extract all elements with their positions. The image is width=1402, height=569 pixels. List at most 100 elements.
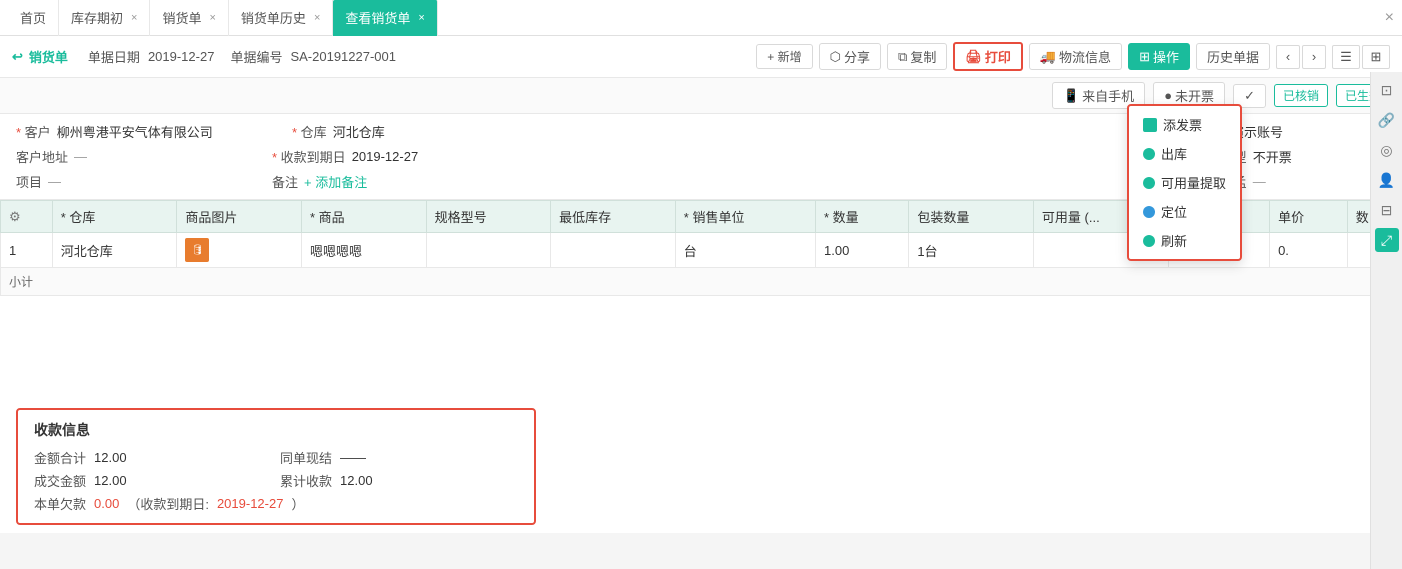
product-image: 🛢 bbox=[185, 238, 209, 262]
doc-actions: + 新增 ⬡ 分享 ⧉ 复制 🖨 打印 🚚 物流信息 ⊞ 操作 历 bbox=[756, 42, 1390, 71]
add-notes-button[interactable]: + 添加备注 bbox=[304, 172, 367, 191]
menu-outbound[interactable]: 出库 bbox=[1129, 139, 1240, 168]
truck-icon: 🚚 bbox=[1040, 49, 1056, 65]
cell-spec bbox=[426, 233, 551, 268]
doc-number: 单据编号 SA-20191227-001 bbox=[230, 47, 396, 66]
doc-header: ↩ 销货单 单据日期 2019-12-27 单据编号 SA-20191227-0… bbox=[0, 36, 1402, 78]
view-toggle: ☰ ⊞ bbox=[1332, 45, 1390, 69]
tab-inventory-close[interactable]: × bbox=[131, 12, 137, 24]
payment-date-field: 收款到期日 2019-12-27 bbox=[272, 147, 472, 166]
cell-price: 0. bbox=[1270, 233, 1348, 268]
new-button[interactable]: + 新增 bbox=[756, 44, 812, 69]
sidebar-expand-button[interactable]: ⤢ bbox=[1375, 228, 1399, 252]
owed-label: 本单欠款 bbox=[34, 494, 86, 513]
customer-value: 柳州粤港平安气体有限公司 bbox=[57, 122, 213, 141]
window-close-button[interactable]: × bbox=[1385, 9, 1394, 27]
subtotal-label: 小计 bbox=[1, 268, 1402, 296]
notes-label: 备注 bbox=[272, 172, 298, 191]
grid-icon: ⊞ bbox=[1139, 49, 1150, 65]
address-label: 客户地址 bbox=[16, 147, 68, 166]
address-value: — bbox=[74, 149, 87, 164]
copy-icon: ⧉ bbox=[898, 49, 907, 65]
menu-refresh[interactable]: 刷新 bbox=[1129, 226, 1240, 255]
tab-view-sales-close[interactable]: × bbox=[418, 12, 424, 24]
prev-button[interactable]: ‹ bbox=[1276, 45, 1300, 69]
cell-unit: 台 bbox=[675, 233, 815, 268]
locate-icon bbox=[1143, 206, 1155, 218]
refresh-icon bbox=[1143, 235, 1155, 247]
menu-add-invoice[interactable]: 添发票 bbox=[1129, 110, 1240, 139]
col-warehouse: * 仓库 bbox=[52, 201, 177, 233]
next-button[interactable]: › bbox=[1302, 45, 1326, 69]
operation-dropdown: 添发票 出库 可用量提取 定位 刷新 bbox=[1127, 104, 1242, 261]
add-invoice-icon bbox=[1143, 118, 1157, 132]
payment-title: 收款信息 bbox=[34, 420, 518, 440]
col-spec: 规格型号 bbox=[426, 201, 551, 233]
tab-sales-history[interactable]: 销货单历史 × bbox=[229, 0, 333, 36]
owed-date: 2019-12-27 bbox=[217, 496, 284, 511]
tab-sales[interactable]: 销货单 × bbox=[150, 0, 228, 36]
logistics-button[interactable]: 🚚 物流信息 bbox=[1029, 43, 1122, 70]
deal-amount-label: 成交金额 bbox=[34, 471, 86, 490]
address-field: 客户地址 — bbox=[16, 147, 216, 166]
doc-type-icon: ↩ bbox=[12, 49, 23, 65]
sidebar-icon-3[interactable]: ◎ bbox=[1375, 138, 1399, 162]
outbound-icon bbox=[1143, 148, 1155, 160]
history-button[interactable]: 历史单据 bbox=[1196, 43, 1270, 70]
project-value: — bbox=[48, 174, 61, 189]
owed-note: （收款到期日: bbox=[127, 494, 209, 513]
subtotal-row: 小计 bbox=[1, 268, 1402, 296]
outbound-label: 出库 bbox=[1161, 144, 1187, 163]
menu-locate[interactable]: 定位 bbox=[1129, 197, 1240, 226]
owed-value: 0.00 bbox=[94, 496, 119, 511]
deal-amount-value: 12.00 bbox=[94, 473, 127, 488]
sidebar-icon-4[interactable]: 👤 bbox=[1375, 168, 1399, 192]
project-label: 项目 bbox=[16, 172, 42, 191]
total-row: 金额合计 12.00 bbox=[34, 448, 272, 467]
locate-label: 定位 bbox=[1161, 202, 1187, 221]
notes-field: 备注 + 添加备注 bbox=[272, 172, 472, 191]
print-button[interactable]: 🖨 打印 bbox=[953, 42, 1023, 71]
sidebar-icon-1[interactable]: ⊡ bbox=[1375, 78, 1399, 102]
deal-amount-row: 成交金额 12.00 bbox=[34, 471, 272, 490]
cell-product-img: 🛢 bbox=[177, 233, 302, 268]
cell-index: 1 bbox=[1, 233, 53, 268]
print-icon: 🖨 bbox=[965, 49, 982, 65]
same-order-label: 同单现结 bbox=[280, 448, 332, 467]
col-pack-qty: 包装数量 bbox=[909, 201, 1034, 233]
cell-pack-qty: 1台 bbox=[909, 233, 1034, 268]
operation-button[interactable]: ⊞ 操作 bbox=[1128, 43, 1190, 70]
copy-button[interactable]: ⧉ 复制 bbox=[887, 43, 947, 70]
doc-type-label: 销货单 bbox=[29, 47, 68, 66]
sidebar-icon-5[interactable]: ⊟ bbox=[1375, 198, 1399, 222]
tab-inventory[interactable]: 库存期初 × bbox=[59, 0, 150, 36]
same-order-value: —— bbox=[340, 450, 366, 465]
tab-sales-history-close[interactable]: × bbox=[314, 12, 320, 24]
col-product: * 商品 bbox=[301, 201, 426, 233]
sidebar-icon-2[interactable]: 🔗 bbox=[1375, 108, 1399, 132]
tab-bar: 首页 库存期初 × 销货单 × 销货单历史 × 查看销货单 × × bbox=[0, 0, 1402, 36]
bottom-section: 收款信息 金额合计 12.00 同单现结 —— 成交金额 12.00 累计收款 … bbox=[0, 400, 1402, 533]
menu-available-qty[interactable]: 可用量提取 bbox=[1129, 168, 1240, 197]
sales-manager-value: — bbox=[1253, 174, 1266, 189]
cell-product: 嗯嗯嗯嗯 bbox=[301, 233, 426, 268]
list-view-button[interactable]: ☰ bbox=[1332, 45, 1360, 69]
tab-sales-close[interactable]: × bbox=[209, 12, 215, 24]
cell-warehouse: 河北仓库 bbox=[52, 233, 177, 268]
col-product-img: 商品图片 bbox=[177, 201, 302, 233]
cell-qty: 1.00 bbox=[816, 233, 909, 268]
grid-view-button[interactable]: ⊞ bbox=[1362, 45, 1390, 69]
total-label: 金额合计 bbox=[34, 448, 86, 467]
tab-view-sales[interactable]: 查看销货单 × bbox=[333, 0, 437, 36]
payment-box: 收款信息 金额合计 12.00 同单现结 —— 成交金额 12.00 累计收款 … bbox=[16, 408, 536, 525]
tab-home[interactable]: 首页 bbox=[8, 0, 59, 36]
main-content: ↩ 销货单 单据日期 2019-12-27 单据编号 SA-20191227-0… bbox=[0, 36, 1402, 533]
share-button[interactable]: ⬡ 分享 bbox=[819, 43, 881, 70]
payment-date-label: 收款到期日 bbox=[272, 147, 346, 166]
same-order-row: 同单现结 —— bbox=[280, 448, 518, 467]
col-qty: * 数量 bbox=[816, 201, 909, 233]
cumulative-value: 12.00 bbox=[340, 473, 373, 488]
payment-date-value: 2019-12-27 bbox=[352, 149, 419, 164]
doc-title: ↩ 销货单 bbox=[12, 47, 68, 66]
right-sidebar: ⊡ 🔗 ◎ 👤 ⊟ ⤢ bbox=[1370, 72, 1402, 569]
